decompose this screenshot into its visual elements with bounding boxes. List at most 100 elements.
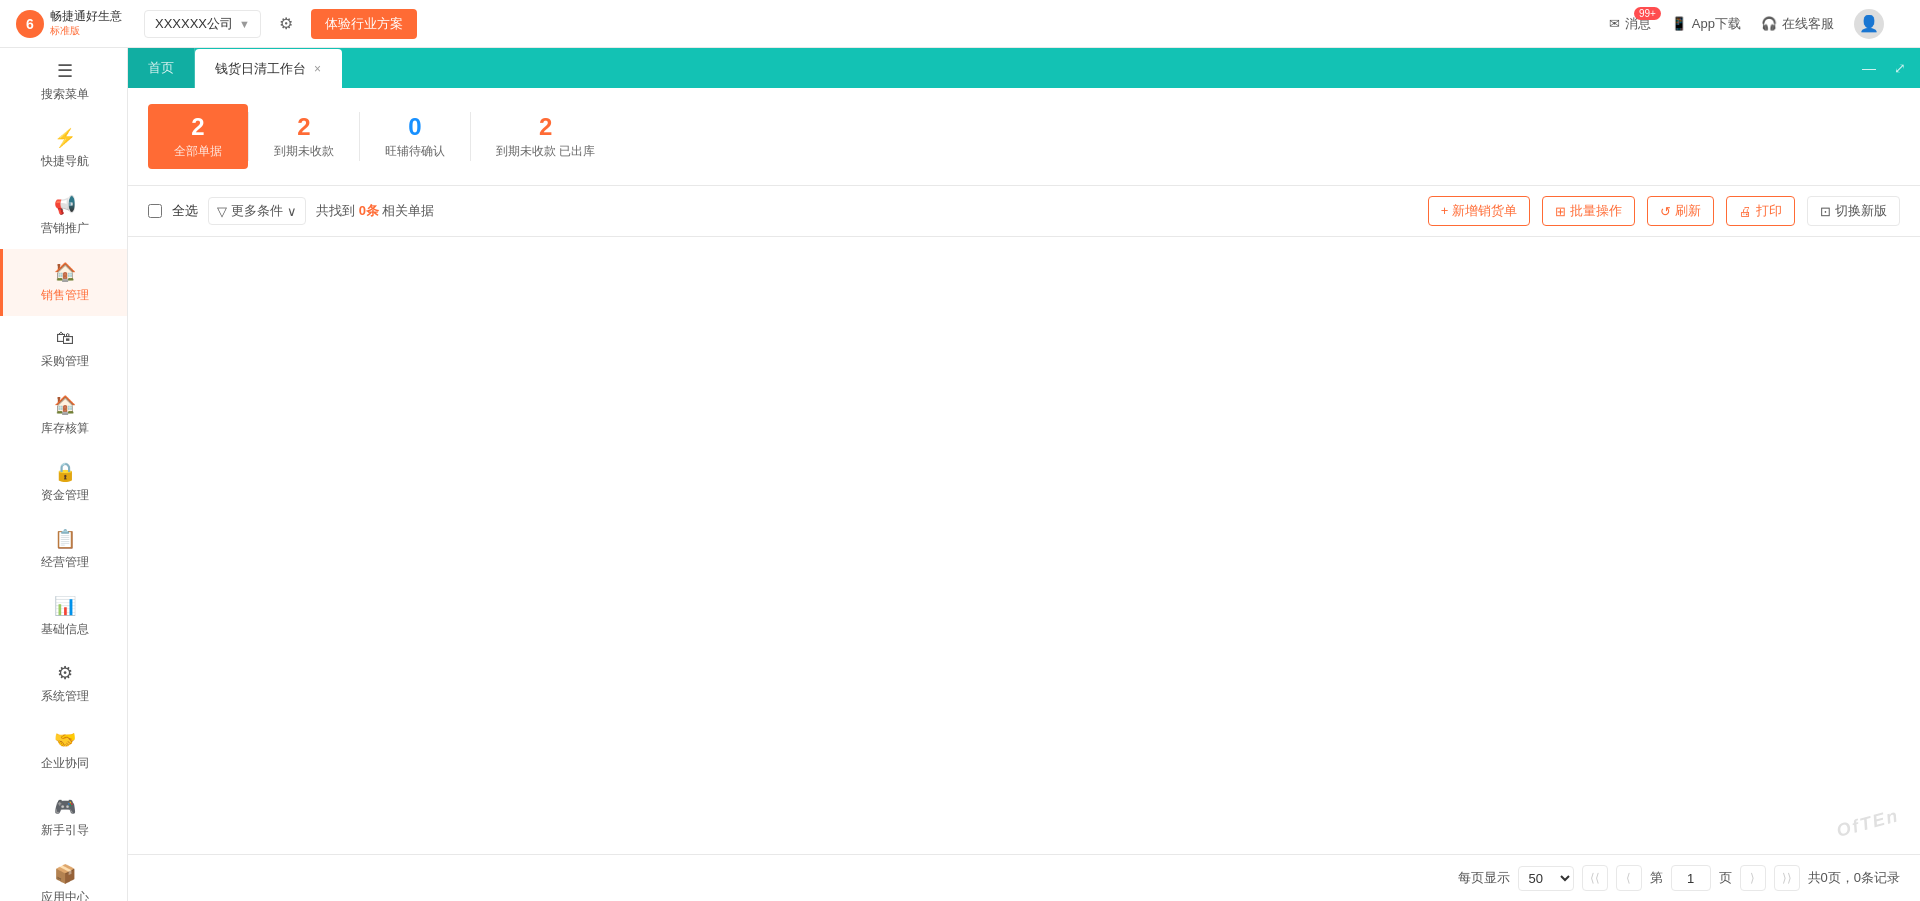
stat-label-all: 全部单据 bbox=[174, 143, 222, 160]
sales-icon: 🏠 bbox=[54, 261, 76, 283]
sidebar-label-system: 系统管理 bbox=[41, 688, 89, 705]
sidebar-label-cooperation: 企业协同 bbox=[41, 755, 89, 772]
message-badge: 99+ bbox=[1634, 7, 1661, 20]
sidebar-item-operations[interactable]: 📋 经营管理 bbox=[0, 516, 127, 583]
sidebar-label-purchase: 采购管理 bbox=[41, 353, 89, 370]
filter-chevron-icon: ∨ bbox=[287, 204, 297, 219]
sidebar-item-guide[interactable]: 🎮 新手引导 bbox=[0, 784, 127, 851]
tab-home[interactable]: 首页 bbox=[128, 48, 195, 88]
found-suffix: 相关单据 bbox=[382, 203, 434, 218]
app-download-button[interactable]: 📱 App下载 bbox=[1671, 15, 1741, 33]
batch-icon: ⊞ bbox=[1555, 204, 1566, 219]
switch-version-button[interactable]: ⊡ 切换新版 bbox=[1807, 196, 1900, 226]
page-suffix: 页 bbox=[1719, 869, 1732, 887]
pagination-bar: 每页显示 20 50 100 ⟨⟨ ⟨ 第 页 ⟩ ⟩⟩ 共0页，0条记录 bbox=[128, 854, 1920, 901]
sidebar-item-purchase[interactable]: 🛍 采购管理 bbox=[0, 316, 127, 382]
next-page-button[interactable]: ⟩ bbox=[1740, 865, 1766, 891]
app-name: 畅捷通好生意 bbox=[50, 9, 122, 25]
sidebar-item-inventory[interactable]: 🏠 库存核算 bbox=[0, 382, 127, 449]
refresh-label: 刷新 bbox=[1675, 202, 1701, 220]
stat-number-all: 2 bbox=[191, 113, 204, 141]
app-badge: 标准版 bbox=[50, 24, 122, 38]
apps-icon: 📦 bbox=[54, 863, 76, 885]
refresh-button[interactable]: ↺ 刷新 bbox=[1647, 196, 1714, 226]
print-button[interactable]: 🖨 打印 bbox=[1726, 196, 1795, 226]
select-all-checkbox[interactable] bbox=[148, 204, 162, 218]
sidebar-item-system[interactable]: ⚙ 系统管理 bbox=[0, 650, 127, 717]
sidebar-item-finance[interactable]: 🔒 资金管理 bbox=[0, 449, 127, 516]
stats-bar: 2 全部单据 2 到期未收款 0 旺辅待确认 2 到期未收款 已出库 bbox=[128, 88, 1920, 186]
first-page-button[interactable]: ⟨⟨ bbox=[1582, 865, 1608, 891]
sidebar-item-sales[interactable]: 🏠 销售管理 bbox=[0, 249, 127, 316]
stat-card-all[interactable]: 2 全部单据 bbox=[148, 104, 248, 169]
found-text: 共找到 0条 相关单据 bbox=[316, 202, 434, 220]
batch-label: 批量操作 bbox=[1570, 202, 1622, 220]
stat-number-out: 2 bbox=[539, 113, 552, 141]
add-sales-order-button[interactable]: + 新增销货单 bbox=[1428, 196, 1530, 226]
logo-text-block: 畅捷通好生意 标准版 bbox=[50, 9, 122, 39]
stat-card-out[interactable]: 2 到期未收款 已出库 bbox=[471, 104, 620, 169]
online-service-label: 在线客服 bbox=[1782, 15, 1834, 33]
message-icon: ✉ bbox=[1609, 16, 1620, 31]
sidebar-item-cooperation[interactable]: 🤝 企业协同 bbox=[0, 717, 127, 784]
company-selector[interactable]: XXXXXX公司 ▼ bbox=[144, 10, 261, 38]
sidebar-item-quick-nav[interactable]: ⚡ 快捷导航 bbox=[0, 115, 127, 182]
inventory-icon: 🏠 bbox=[54, 394, 76, 416]
tab-close-icon[interactable]: × bbox=[314, 62, 321, 76]
current-page-input[interactable] bbox=[1671, 865, 1711, 891]
per-page-select[interactable]: 20 50 100 bbox=[1518, 866, 1574, 891]
operations-icon: 📋 bbox=[54, 528, 76, 550]
tab-actions: — ⤢ bbox=[1858, 56, 1920, 80]
guide-icon: 🎮 bbox=[54, 796, 76, 818]
sidebar-item-apps[interactable]: 📦 应用中心 bbox=[0, 851, 127, 901]
sidebar-label-apps: 应用中心 bbox=[41, 889, 89, 901]
online-service-button[interactable]: 🎧 在线客服 bbox=[1761, 15, 1834, 33]
search-menu-icon: ☰ bbox=[57, 60, 73, 82]
settings-button[interactable]: ⚙ bbox=[271, 9, 301, 39]
refresh-icon: ↺ bbox=[1660, 204, 1671, 219]
logo-icon: 6 bbox=[16, 10, 44, 38]
finance-icon: 🔒 bbox=[54, 461, 76, 483]
select-all-label: 全选 bbox=[172, 202, 198, 220]
cooperation-icon: 🤝 bbox=[54, 729, 76, 751]
company-chevron-icon: ▼ bbox=[239, 18, 250, 30]
sidebar-label-inventory: 库存核算 bbox=[41, 420, 89, 437]
batch-operation-button[interactable]: ⊞ 批量操作 bbox=[1542, 196, 1635, 226]
stat-label-out: 到期未收款 已出库 bbox=[496, 143, 595, 160]
sidebar-label-operations: 经营管理 bbox=[41, 554, 89, 571]
company-name: XXXXXX公司 bbox=[155, 15, 233, 33]
tab-active[interactable]: 钱货日清工作台 × bbox=[195, 49, 342, 89]
print-label: 打印 bbox=[1756, 202, 1782, 220]
stat-label-pending: 旺辅待确认 bbox=[385, 143, 445, 160]
stat-card-overdue[interactable]: 2 到期未收款 bbox=[249, 104, 359, 169]
purchase-icon: 🛍 bbox=[56, 328, 74, 349]
found-prefix: 共找到 bbox=[316, 203, 355, 218]
tab-maximize-button[interactable]: ⤢ bbox=[1890, 56, 1910, 80]
main-table-area: OfTEn bbox=[128, 237, 1920, 854]
sidebar-item-search-menu[interactable]: ☰ 搜索菜单 bbox=[0, 48, 127, 115]
sidebar-label-marketing: 营销推广 bbox=[41, 220, 89, 237]
tab-active-label: 钱货日清工作台 bbox=[215, 60, 306, 78]
stat-card-pending[interactable]: 0 旺辅待确认 bbox=[360, 104, 470, 169]
filter-button[interactable]: ▽ 更多条件 ∨ bbox=[208, 197, 306, 225]
toolbar: 全选 ▽ 更多条件 ∨ 共找到 0条 相关单据 + 新增销货单 ⊞ 批量操作 bbox=[128, 186, 1920, 237]
system-icon: ⚙ bbox=[57, 662, 73, 684]
tab-minimize-button[interactable]: — bbox=[1858, 56, 1880, 80]
sidebar-item-basics[interactable]: 📊 基础信息 bbox=[0, 583, 127, 650]
filter-label: 更多条件 bbox=[231, 202, 283, 220]
experience-button[interactable]: 体验行业方案 bbox=[311, 9, 417, 39]
headset-icon: 🎧 bbox=[1761, 16, 1777, 31]
tab-home-label: 首页 bbox=[148, 59, 174, 77]
sidebar-label-guide: 新手引导 bbox=[41, 822, 89, 839]
avatar[interactable]: 👤 bbox=[1854, 9, 1884, 39]
switch-label: 切换新版 bbox=[1835, 202, 1887, 220]
page-total: 共0页，0条记录 bbox=[1808, 869, 1900, 887]
sidebar-item-marketing[interactable]: 📢 营销推广 bbox=[0, 182, 127, 249]
sidebar-label-basics: 基础信息 bbox=[41, 621, 89, 638]
last-page-button[interactable]: ⟩⟩ bbox=[1774, 865, 1800, 891]
prev-page-button[interactable]: ⟨ bbox=[1616, 865, 1642, 891]
per-page-label: 每页显示 bbox=[1458, 869, 1510, 887]
message-button[interactable]: ✉ 消息 99+ bbox=[1609, 15, 1651, 33]
stat-number-pending: 0 bbox=[408, 113, 421, 141]
marketing-icon: 📢 bbox=[54, 194, 76, 216]
